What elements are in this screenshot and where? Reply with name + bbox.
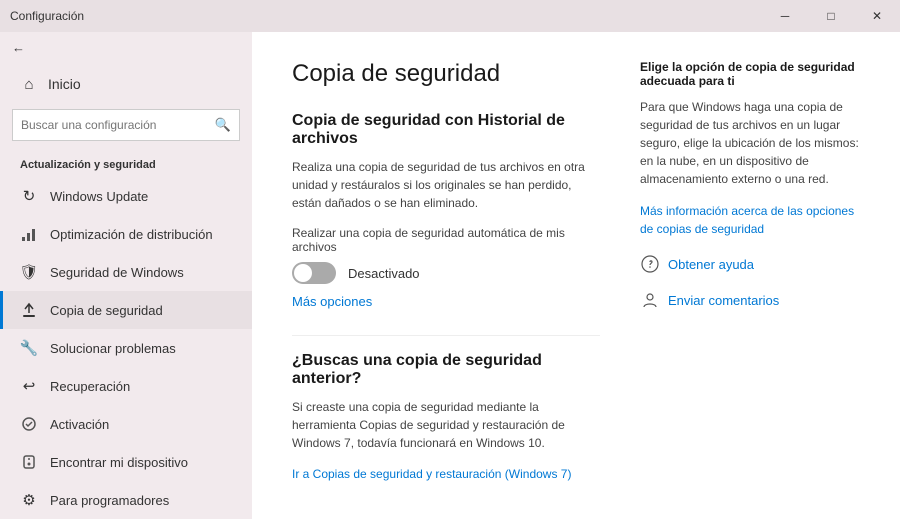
- solucionar-icon: 🔧: [20, 339, 38, 357]
- sidebar-item-dispositivo[interactable]: Encontrar mi dispositivo: [0, 443, 252, 481]
- sidebar-item-windows-update[interactable]: ↻ Windows Update: [0, 177, 252, 215]
- app-body: ← ⌂ Inicio 🔍 Actualización y seguridad ↻…: [0, 32, 900, 519]
- seguridad-icon: 🛡: [20, 263, 38, 281]
- feedback-label[interactable]: Enviar comentarios: [668, 293, 779, 308]
- distribucion-icon: [20, 225, 38, 243]
- toggle-label: Desactivado: [348, 266, 420, 281]
- help-action[interactable]: Obtener ayuda: [640, 254, 860, 274]
- right-panel-desc: Para que Windows haga una copia de segur…: [640, 98, 860, 188]
- sidebar-section-label: Actualización y seguridad: [0, 151, 252, 177]
- sidebar-item-label: Para programadores: [50, 493, 169, 508]
- sidebar: ← ⌂ Inicio 🔍 Actualización y seguridad ↻…: [0, 32, 252, 519]
- maximize-button[interactable]: □: [808, 0, 854, 32]
- section1-desc: Realiza una copia de seguridad de tus ar…: [292, 158, 600, 212]
- content-right: Elige la opción de copia de seguridad ad…: [640, 60, 860, 491]
- sidebar-item-recuperacion[interactable]: ↩ Recuperación: [0, 367, 252, 405]
- dispositivo-icon: [20, 453, 38, 471]
- sidebar-item-label: Solucionar problemas: [50, 341, 176, 356]
- sidebar-item-copia[interactable]: Copia de seguridad: [0, 291, 252, 329]
- sidebar-item-label: Optimización de distribución: [50, 227, 213, 242]
- help-icon: [640, 254, 660, 274]
- sidebar-item-label: Recuperación: [50, 379, 130, 394]
- main-content: Copia de seguridad Copia de seguridad co…: [252, 32, 900, 519]
- close-button[interactable]: ✕: [854, 0, 900, 32]
- programadores-icon: ⚙: [20, 491, 38, 509]
- sidebar-item-label: Activación: [50, 417, 109, 432]
- sidebar-item-label: Windows Update: [50, 189, 148, 204]
- content-left: Copia de seguridad Copia de seguridad co…: [292, 60, 600, 491]
- help-label[interactable]: Obtener ayuda: [668, 257, 754, 272]
- backup-toggle[interactable]: [292, 262, 336, 284]
- right-info-link[interactable]: Más información acerca de las opciones d…: [640, 204, 854, 236]
- windows-update-icon: ↻: [20, 187, 38, 205]
- sidebar-item-label: Copia de seguridad: [50, 303, 163, 318]
- sidebar-item-activacion[interactable]: Activación: [0, 405, 252, 443]
- titlebar-title: Configuración: [10, 9, 84, 23]
- section2-desc: Si creaste una copia de seguridad median…: [292, 398, 600, 452]
- minimize-button[interactable]: ─: [762, 0, 808, 32]
- sidebar-item-distribucion[interactable]: Optimización de distribución: [0, 215, 252, 253]
- recuperacion-icon: ↩: [20, 377, 38, 395]
- page-title: Copia de seguridad: [292, 60, 600, 88]
- back-icon: ←: [12, 40, 25, 55]
- section2-title: ¿Buscas una copia de seguridad anterior?: [292, 352, 600, 388]
- titlebar: Configuración ─ □ ✕: [0, 0, 900, 32]
- home-icon: ⌂: [20, 75, 38, 93]
- section1: Copia de seguridad con Historial de arch…: [292, 112, 600, 329]
- search-input[interactable]: [13, 118, 207, 132]
- restore-link[interactable]: Ir a Copias de seguridad y restauración …: [292, 467, 571, 481]
- sidebar-item-programadores[interactable]: ⚙ Para programadores: [0, 481, 252, 519]
- copia-icon: [20, 301, 38, 319]
- sidebar-item-label: Seguridad de Windows: [50, 265, 184, 280]
- search-icon[interactable]: 🔍: [207, 109, 239, 141]
- titlebar-controls: ─ □ ✕: [762, 0, 900, 32]
- sidebar-item-seguridad[interactable]: 🛡 Seguridad de Windows: [0, 253, 252, 291]
- feedback-icon: [640, 290, 660, 310]
- section1-title: Copia de seguridad con Historial de arch…: [292, 112, 600, 148]
- back-button[interactable]: ←: [0, 32, 252, 63]
- toggle-knob: [294, 264, 312, 282]
- sidebar-item-label: Encontrar mi dispositivo: [50, 455, 188, 470]
- section2: ¿Buscas una copia de seguridad anterior?…: [292, 352, 600, 481]
- right-panel-title: Elige la opción de copia de seguridad ad…: [640, 60, 860, 88]
- search-box: 🔍: [12, 109, 240, 141]
- home-label: Inicio: [48, 76, 81, 92]
- toggle-row: Desactivado: [292, 262, 600, 284]
- sidebar-item-solucionar[interactable]: 🔧 Solucionar problemas: [0, 329, 252, 367]
- toggle-row-label: Realizar una copia de seguridad automáti…: [292, 226, 600, 254]
- activacion-icon: [20, 415, 38, 433]
- feedback-action[interactable]: Enviar comentarios: [640, 290, 860, 310]
- more-options-link[interactable]: Más opciones: [292, 294, 372, 309]
- divider: [292, 335, 600, 336]
- sidebar-item-home[interactable]: ⌂ Inicio: [0, 63, 252, 105]
